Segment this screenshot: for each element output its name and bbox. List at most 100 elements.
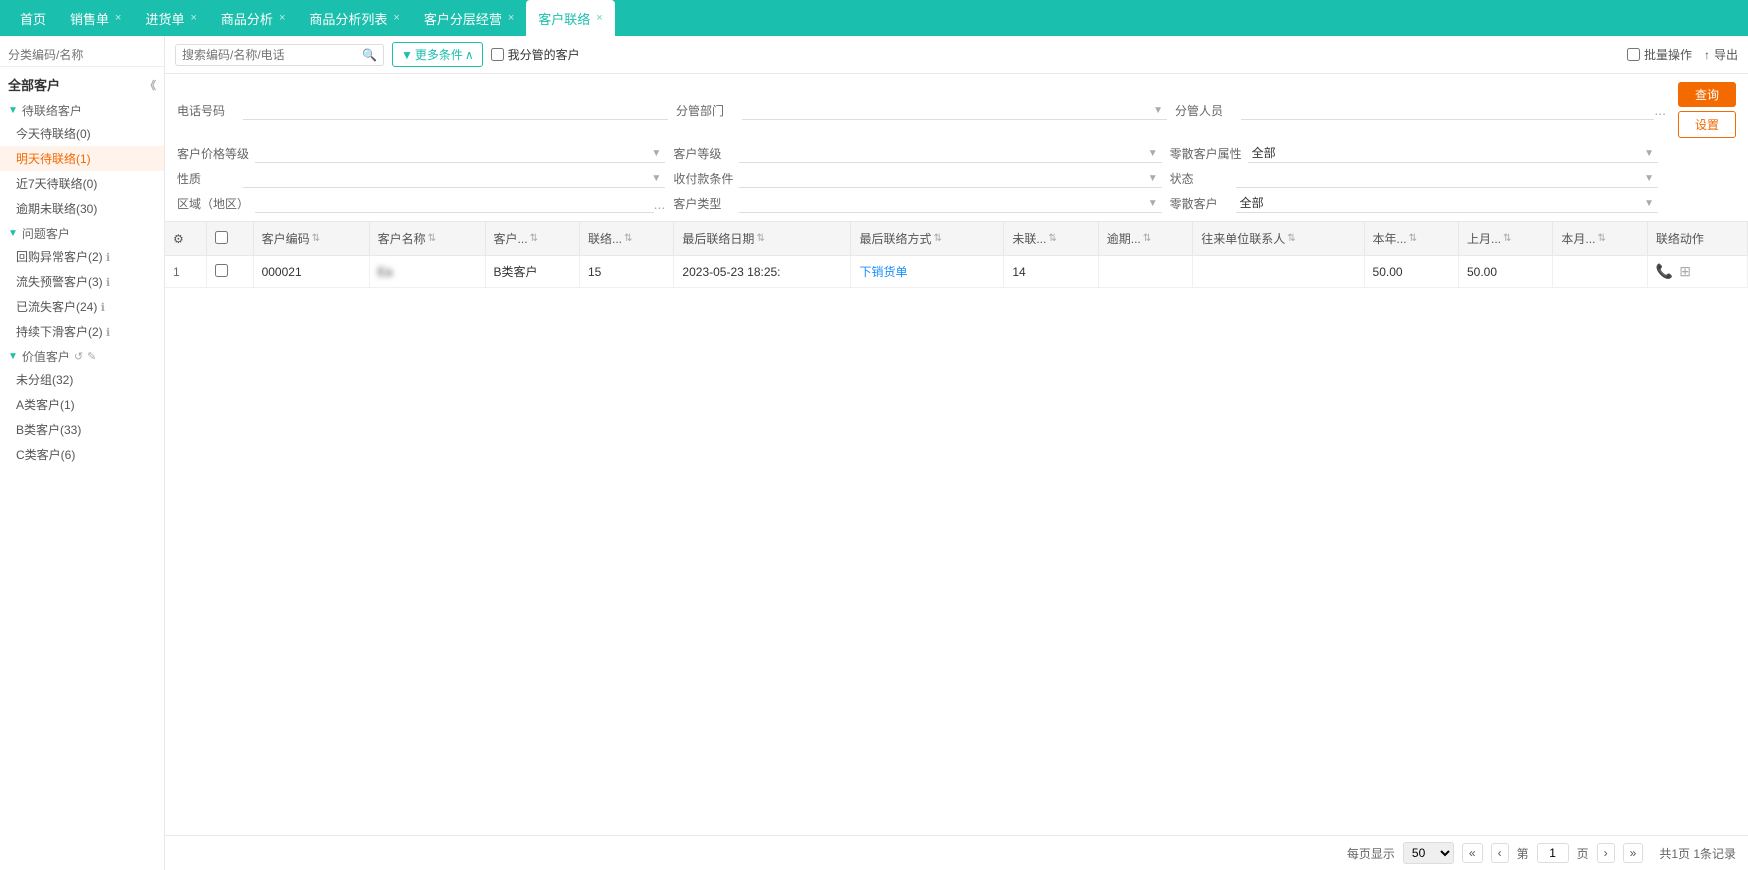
sidebar-item-c-class[interactable]: C类客户(6) — [0, 442, 164, 467]
filter-cust-level-wrap: ▼ — [739, 144, 1161, 163]
filter-price-level-field: 客户价格等级 ▼ — [177, 144, 665, 163]
my-customer-checkbox-wrap[interactable]: 我分管的客户 — [491, 46, 580, 63]
sidebar-triangle-problem: ▼ — [8, 228, 18, 239]
select-all-checkbox[interactable] — [215, 231, 228, 244]
filter-cust-level-field: 客户等级 ▼ — [673, 144, 1161, 163]
export-button[interactable]: ↑ 导出 — [1704, 46, 1738, 63]
filter-phone-input[interactable] — [243, 101, 668, 120]
main-search-input[interactable] — [182, 48, 362, 62]
row-last-month: 50.00 — [1458, 256, 1552, 288]
filter-region-dots[interactable]: ... — [654, 196, 666, 212]
sidebar-search-wrap: 🔍 — [0, 44, 164, 67]
row-unit-contact — [1193, 256, 1364, 288]
prev-page-button[interactable]: ‹ — [1491, 843, 1509, 863]
sidebar-item-today[interactable]: 今天待联络(0) — [0, 121, 164, 146]
filter-manager-label: 分管人员 — [1175, 102, 1235, 119]
filter-cust-level-select[interactable] — [739, 144, 1161, 163]
col-last-date[interactable]: 最后联络日期⇅ — [674, 222, 851, 256]
nav-sales[interactable]: 销售单 × — [58, 0, 133, 36]
batch-op-button[interactable]: 批量操作 — [1627, 46, 1692, 63]
sidebar-item-7days[interactable]: 近7天待联络(0) — [0, 171, 164, 196]
row-type: B类客户 — [485, 256, 579, 288]
filter-dept-select[interactable] — [742, 101, 1167, 120]
close-analysis-icon[interactable]: × — [279, 12, 285, 24]
first-page-button[interactable]: « — [1462, 843, 1483, 863]
page-label: 第 — [1517, 845, 1529, 862]
sidebar-all-customers[interactable]: 全部客户 《 — [0, 71, 164, 98]
filter-nature-select[interactable] — [243, 169, 665, 188]
filter-cust-type-select[interactable] — [739, 194, 1161, 213]
sidebar-item-ungroup[interactable]: 未分组(32) — [0, 367, 164, 392]
col-code[interactable]: 客户编码⇅ — [253, 222, 369, 256]
filter-phone-field: 电话号码 — [177, 101, 668, 120]
col-uncontact[interactable]: 未联...⇅ — [1004, 222, 1098, 256]
filter-dept-field: 分管部门 ▼ — [676, 101, 1167, 120]
sidebar-item-abnormal[interactable]: 回购异常客户(2) ℹ — [0, 244, 164, 269]
page-size-select[interactable]: 20 50 100 200 — [1403, 842, 1454, 864]
col-this-month[interactable]: 本月...⇅ — [1553, 222, 1647, 256]
close-purchase-icon[interactable]: × — [190, 12, 196, 24]
col-type[interactable]: 客户...⇅ — [485, 222, 579, 256]
filter-payment-select[interactable] — [739, 169, 1161, 188]
last-page-button[interactable]: » — [1623, 843, 1644, 863]
main-container: 🔍 全部客户 《 ▼ 待联络客户 今天待联络(0) 明天待联络(1) 近7天待联… — [0, 36, 1748, 870]
main-search-icon[interactable]: 🔍 — [362, 48, 377, 62]
row-action: 📞 ⊞ — [1647, 256, 1747, 288]
filter-dept-label: 分管部门 — [676, 102, 736, 119]
sort-this-month-icon: ⇅ — [1597, 233, 1605, 244]
filter-phone-label: 电话号码 — [177, 102, 237, 119]
close-analysis-list-icon[interactable]: × — [393, 12, 399, 24]
col-contacts[interactable]: 联络...⇅ — [579, 222, 673, 256]
toolbar: 🔍 ▼ 更多条件 ∧ 我分管的客户 批量操作 ↑ 导出 — [165, 36, 1748, 74]
value-edit-icon[interactable]: ✎ — [87, 350, 96, 363]
nav-analysis-list[interactable]: 商品分析列表 × — [297, 0, 411, 36]
set-button[interactable]: 设置 — [1678, 111, 1736, 138]
sidebar-item-b-class[interactable]: B类客户(33) — [0, 417, 164, 442]
col-overdue[interactable]: 逾期...⇅ — [1098, 222, 1192, 256]
col-last-way[interactable]: 最后联络方式⇅ — [851, 222, 1004, 256]
col-this-year[interactable]: 本年...⇅ — [1364, 222, 1458, 256]
col-unit-contact[interactable]: 往来单位联系人⇅ — [1193, 222, 1364, 256]
close-customer-contact-icon[interactable]: × — [596, 12, 602, 24]
nav-purchase[interactable]: 进货单 × — [133, 0, 208, 36]
action-phone-icon[interactable]: 📞 — [1656, 263, 1673, 280]
sidebar-search-input[interactable] — [8, 48, 163, 62]
filter-retail-attr-select[interactable]: 全部 — [1248, 144, 1658, 163]
filter-retail-field: 零散客户 全部 ▼ — [1170, 194, 1658, 213]
filter-retail-select[interactable]: 全部 — [1236, 194, 1658, 213]
col-name[interactable]: 客户名称⇅ — [369, 222, 485, 256]
next-page-button[interactable]: › — [1597, 843, 1615, 863]
nav-customer-tier[interactable]: 客户分层经营 × — [412, 0, 526, 36]
nav-home[interactable]: 首页 — [8, 0, 58, 36]
filter-manager-input[interactable] — [1241, 101, 1654, 120]
col-gear[interactable]: ⚙ — [165, 222, 207, 256]
sidebar-item-declining[interactable]: 持续下滑客户(2) ℹ — [0, 319, 164, 344]
batch-checkbox[interactable] — [1627, 48, 1640, 61]
filter-price-level-select[interactable] — [255, 144, 665, 163]
sort-code-icon: ⇅ — [312, 233, 320, 244]
sort-last-month-icon: ⇅ — [1503, 233, 1511, 244]
action-icons-wrap: 📞 ⊞ — [1656, 263, 1739, 280]
my-customer-checkbox[interactable] — [491, 48, 504, 61]
page-input[interactable] — [1537, 843, 1569, 863]
sidebar-item-warning[interactable]: 流失预警客户(3) ℹ — [0, 269, 164, 294]
sidebar-item-a-class[interactable]: A类客户(1) — [0, 392, 164, 417]
row-checkbox[interactable] — [215, 264, 228, 277]
filter-status-select[interactable] — [1236, 169, 1658, 188]
sidebar-item-overdue[interactable]: 逾期未联络(30) — [0, 196, 164, 221]
close-sales-icon[interactable]: × — [115, 12, 121, 24]
value-refresh-icon[interactable]: ↺ — [74, 350, 83, 363]
row-checkbox-cell — [207, 256, 253, 288]
nav-analysis[interactable]: 商品分析 × — [209, 0, 297, 36]
last-way-link[interactable]: 下销货单 — [859, 265, 907, 279]
filter-region-input[interactable] — [255, 194, 654, 213]
sidebar-item-tomorrow[interactable]: 明天待联络(1) — [0, 146, 164, 171]
col-last-month[interactable]: 上月...⇅ — [1458, 222, 1552, 256]
query-button[interactable]: 查询 — [1678, 82, 1736, 107]
action-grid-icon[interactable]: ⊞ — [1679, 263, 1691, 280]
nav-customer-contact[interactable]: 客户联络 × — [526, 0, 614, 36]
sidebar-item-lost[interactable]: 已流失客户(24) ℹ — [0, 294, 164, 319]
more-filter-button[interactable]: ▼ 更多条件 ∧ — [392, 42, 483, 67]
filter-manager-dots[interactable]: ... — [1654, 102, 1666, 118]
close-customer-tier-icon[interactable]: × — [508, 12, 514, 24]
